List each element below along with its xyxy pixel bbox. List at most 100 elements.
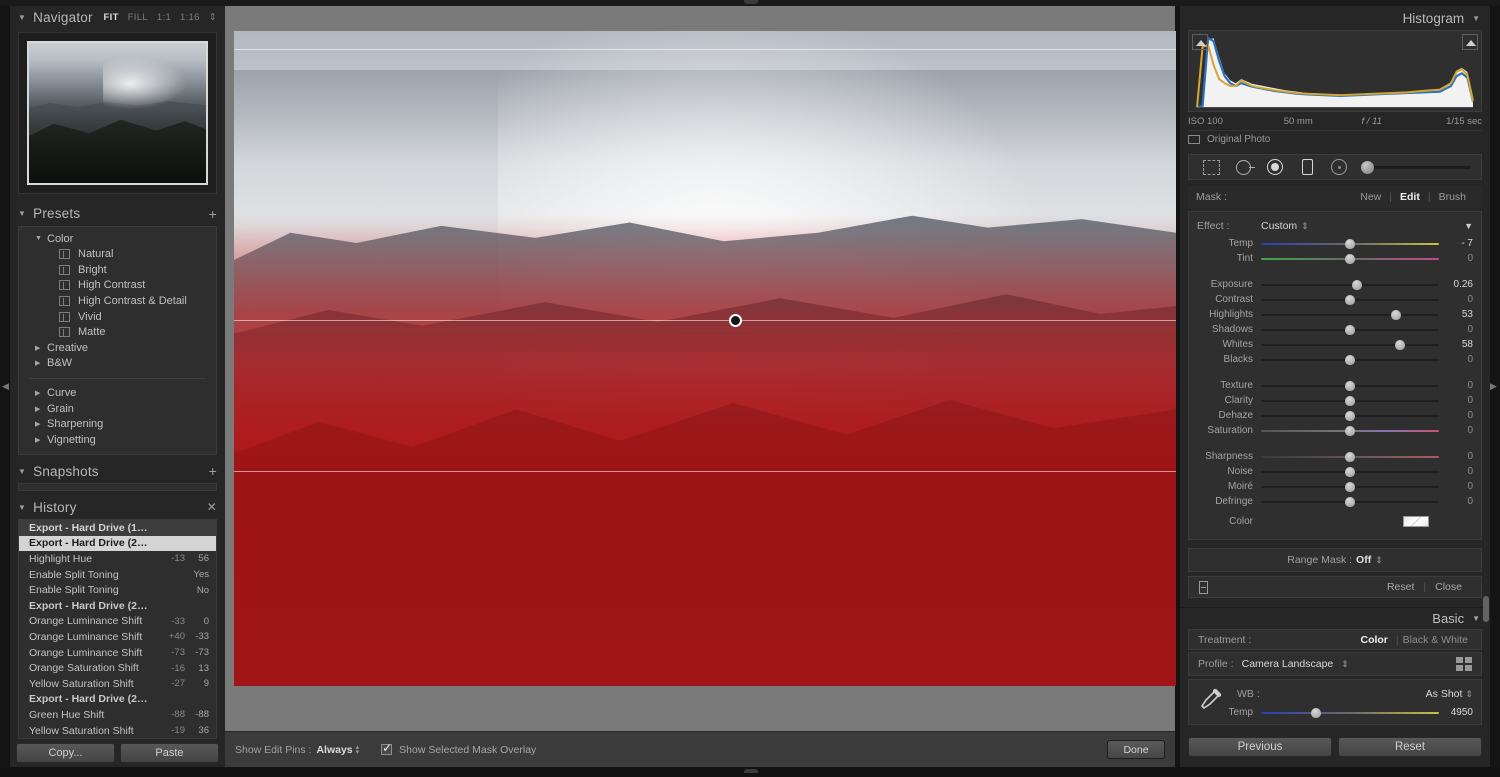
wb-stepper-icon[interactable]: ⇕ <box>1465 689 1473 700</box>
preset-item-high-contrast[interactable]: High Contrast <box>19 278 216 294</box>
effect-disclosure-icon[interactable]: ▼ <box>1464 221 1473 231</box>
presets-disclosure-icon[interactable]: ▼ <box>18 209 26 218</box>
mask-overlay-checkbox[interactable] <box>381 741 392 755</box>
history-row[interactable]: Orange Luminance Shift -33 0 <box>19 614 216 630</box>
slider-track[interactable] <box>1261 451 1439 462</box>
mask-close-button[interactable]: Close <box>1426 581 1471 593</box>
chevron-right-icon[interactable]: ▶ <box>35 344 47 352</box>
previous-button[interactable]: Previous <box>1188 737 1332 757</box>
effect-value[interactable]: Custom <box>1261 220 1297 232</box>
show-edit-pins-value[interactable]: Always <box>316 744 352 756</box>
white-balance-eyedropper-icon[interactable] <box>1198 686 1224 712</box>
profile-stepper-icon[interactable]: ⇕ <box>1341 659 1349 670</box>
basic-disclosure-icon[interactable]: ▼ <box>1472 614 1480 623</box>
slider-track[interactable] <box>1261 279 1439 290</box>
preset-group-color[interactable]: ▼ Color <box>19 231 216 247</box>
history-list[interactable]: Export - Hard Drive (14/12/2019 2:13:4..… <box>18 518 217 740</box>
slider-knob[interactable] <box>1345 451 1355 462</box>
shadow-clipping-indicator[interactable] <box>1192 34 1208 50</box>
add-snapshot-icon[interactable]: + <box>209 464 217 478</box>
basic-panel-header[interactable]: Basic ▼ <box>1180 607 1490 629</box>
gradient-edit-pin[interactable] <box>729 314 742 327</box>
basic-temp-knob[interactable] <box>1311 707 1322 718</box>
preset-group-sharpening[interactable]: ▶ Sharpening <box>19 416 216 432</box>
preset-group-creative[interactable]: ▶ Creative <box>19 340 216 356</box>
paste-button[interactable]: Paste <box>120 743 219 764</box>
presets-header[interactable]: ▼ Presets + <box>10 202 225 226</box>
slider-track[interactable] <box>1261 481 1439 492</box>
slider-knob[interactable] <box>1345 496 1355 507</box>
chevron-right-icon[interactable]: ▶ <box>35 389 47 397</box>
image-canvas[interactable] <box>225 6 1176 731</box>
slider-knob[interactable] <box>1394 339 1405 350</box>
radial-filter-tool[interactable] <box>1323 156 1355 178</box>
photo-preview[interactable] <box>234 31 1176 686</box>
history-row[interactable]: Yellow Saturation Shift -19 36 <box>19 723 216 739</box>
slider-track[interactable] <box>1261 395 1439 406</box>
navigator-preview[interactable] <box>18 31 217 195</box>
effect-stepper-icon[interactable]: ⇕ <box>1301 221 1309 232</box>
treatment-bw-button[interactable]: Black & White <box>1399 634 1472 646</box>
slider-knob[interactable] <box>1345 481 1355 492</box>
slider-knob[interactable] <box>1345 425 1355 436</box>
slider-track[interactable] <box>1261 466 1439 477</box>
preset-item-natural[interactable]: Natural <box>19 246 216 262</box>
slider-track[interactable] <box>1261 410 1439 421</box>
preset-item-high-contrast-detail[interactable]: High Contrast & Detail <box>19 293 216 309</box>
history-row[interactable]: Green Hue Shift -88 -88 <box>19 707 216 723</box>
slider-knob[interactable] <box>1345 380 1355 391</box>
history-header[interactable]: ▼ History ✕ <box>10 495 225 519</box>
effect-toggle-switch-icon[interactable] <box>1199 580 1208 594</box>
preset-item-vivid[interactable]: Vivid <box>19 309 216 325</box>
wb-row[interactable]: WB : As Shot ⇕ <box>1189 683 1481 705</box>
navigator-zoom-options[interactable]: FIT FILL 1:1 1:16 ⇕ <box>104 12 217 23</box>
clear-history-icon[interactable]: ✕ <box>207 501 217 513</box>
slider-track[interactable] <box>1261 380 1439 391</box>
history-row[interactable]: Highlight Hue -13 56 <box>19 551 216 567</box>
right-panel-scrollbar[interactable] <box>1483 596 1489 622</box>
range-mask-stepper-icon[interactable]: ⇕ <box>1375 555 1383 566</box>
original-photo-row[interactable]: Original Photo <box>1188 130 1482 148</box>
tool-size-slider[interactable] <box>1361 160 1471 174</box>
history-row[interactable]: Enable Split Toning Yes <box>19 567 216 583</box>
mask-reset-button[interactable]: Reset <box>1378 581 1423 593</box>
left-panel-collapse-arrow[interactable]: ◀ <box>2 381 10 395</box>
copy-button[interactable]: Copy... <box>16 743 115 764</box>
history-disclosure-icon[interactable]: ▼ <box>18 503 26 512</box>
navigator-disclosure-icon[interactable]: ▼ <box>18 13 26 22</box>
color-swatch[interactable] <box>1403 515 1429 527</box>
zoom-1-16[interactable]: 1:16 <box>180 12 200 23</box>
top-panel-collapse-nub[interactable] <box>744 0 758 4</box>
reset-button[interactable]: Reset <box>1338 737 1482 757</box>
chevron-right-icon[interactable]: ▶ <box>35 436 47 444</box>
history-row[interactable]: Export - Hard Drive (22/11/2019 12:21:..… <box>19 535 216 552</box>
history-row[interactable]: Orange Saturation Shift -16 13 <box>19 660 216 676</box>
zoom-stepper-icon[interactable]: ⇕ <box>209 12 217 23</box>
chevron-right-icon[interactable]: ▶ <box>35 359 47 367</box>
slider-knob[interactable] <box>1352 279 1363 290</box>
history-row[interactable]: Orange Luminance Shift -73 -73 <box>19 645 216 661</box>
crop-overlay-tool[interactable] <box>1195 156 1227 178</box>
slider-knob[interactable] <box>1345 466 1355 477</box>
chevron-right-icon[interactable]: ▶ <box>35 420 47 428</box>
slider-knob[interactable] <box>1345 294 1355 305</box>
preset-group-bw[interactable]: ▶ B&W <box>19 356 216 372</box>
mask-brush-button[interactable]: Brush <box>1431 191 1474 203</box>
adjustment-brush-tool[interactable] <box>1259 156 1291 178</box>
history-row[interactable]: Export - Hard Drive (22/11/2019 12:19:..… <box>19 598 216 614</box>
slider-track[interactable] <box>1261 238 1439 249</box>
histogram-chart[interactable] <box>1188 30 1482 112</box>
done-button[interactable]: Done <box>1107 740 1165 759</box>
range-mask-row[interactable]: Range Mask : Off ⇕ <box>1188 548 1482 572</box>
history-row[interactable]: Export - Hard Drive (14/12/2019 2:13:4..… <box>19 519 216 536</box>
slider-track[interactable] <box>1261 324 1439 335</box>
highlight-clipping-indicator[interactable] <box>1462 34 1478 50</box>
mask-edit-button[interactable]: Edit <box>1392 191 1428 203</box>
chevron-down-icon[interactable]: ▼ <box>35 235 47 242</box>
range-mask-value[interactable]: Off <box>1356 554 1371 566</box>
slider-knob[interactable] <box>1345 410 1355 421</box>
slider-knob[interactable] <box>1345 253 1355 264</box>
slider-knob[interactable] <box>1345 324 1355 335</box>
histogram-disclosure-icon[interactable]: ▼ <box>1472 14 1480 23</box>
graduated-filter-tool[interactable] <box>1291 156 1323 178</box>
